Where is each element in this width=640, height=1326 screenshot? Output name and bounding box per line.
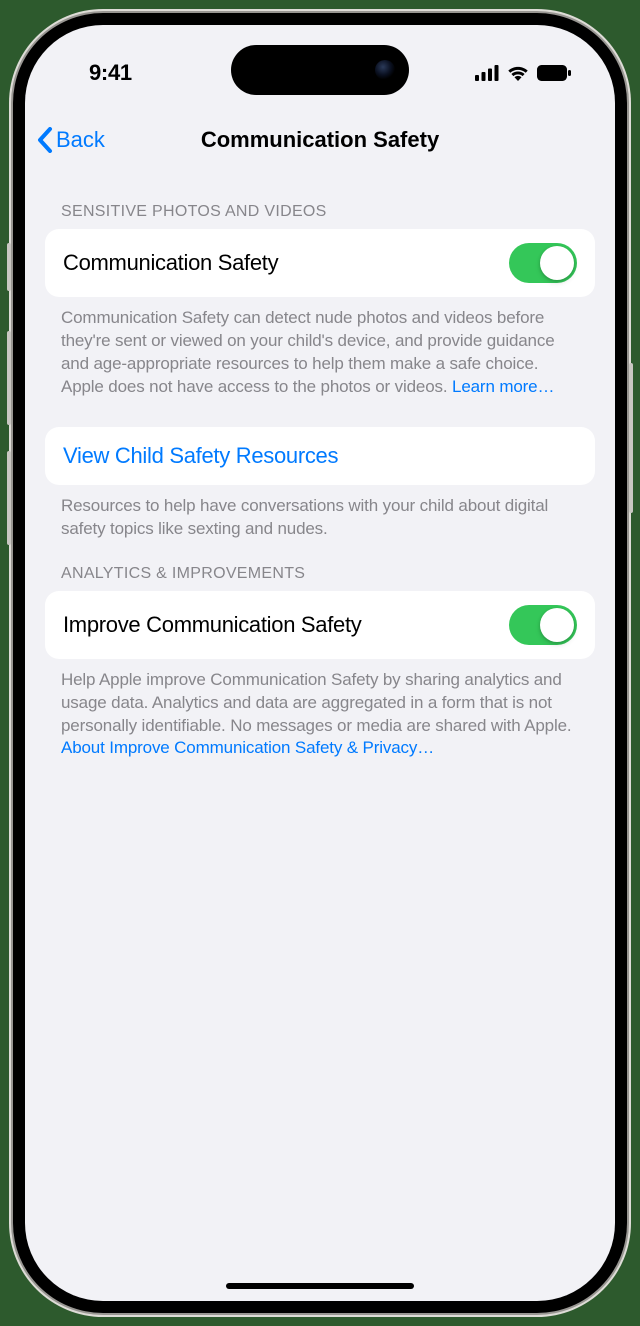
toggle-knob [540,246,574,280]
side-button-power [629,363,633,513]
phone-frame: 9:41 [13,13,627,1313]
section-header-sensitive: Sensitive Photos and Videos [25,169,615,229]
home-indicator[interactable] [226,1283,414,1289]
page-title: Communication Safety [25,127,615,153]
status-time: 9:41 [89,60,132,86]
learn-more-link[interactable]: Learn more… [452,377,554,396]
back-button[interactable]: Back [37,127,105,153]
side-button-silence [7,243,11,291]
side-button-vol-up [7,331,11,425]
dynamic-island [231,45,409,95]
communication-safety-row: Communication Safety [45,229,595,297]
about-privacy-link[interactable]: About Improve Communication Safety & Pri… [61,738,434,757]
child-safety-resources-button[interactable]: View Child Safety Resources [45,427,595,485]
chevron-left-icon [37,127,53,153]
improve-communication-safety-toggle[interactable] [509,605,577,645]
battery-icon [537,65,571,81]
front-camera [375,60,395,80]
back-label: Back [56,127,105,153]
communication-safety-label: Communication Safety [63,250,278,276]
analytics-footer-text: Help Apple improve Communication Safety … [61,670,571,735]
analytics-footer: Help Apple improve Communication Safety … [25,659,615,761]
nav-bar: Back Communication Safety [25,111,615,169]
status-icons [475,65,571,81]
improve-communication-safety-label: Improve Communication Safety [63,612,362,638]
content-area: Back Communication Safety Sensitive Phot… [25,25,615,1301]
sensitive-footer: Communication Safety can detect nude pho… [25,297,615,399]
toggle-knob [540,608,574,642]
improve-communication-safety-row: Improve Communication Safety [45,591,595,659]
screen: 9:41 [25,25,615,1301]
side-button-vol-down [7,451,11,545]
wifi-icon [507,65,529,81]
child-safety-resources-label: View Child Safety Resources [63,443,338,469]
section-header-analytics: Analytics & Improvements [25,541,615,591]
cellular-icon [475,65,499,81]
resources-footer: Resources to help have conversations wit… [25,485,615,541]
communication-safety-toggle[interactable] [509,243,577,283]
